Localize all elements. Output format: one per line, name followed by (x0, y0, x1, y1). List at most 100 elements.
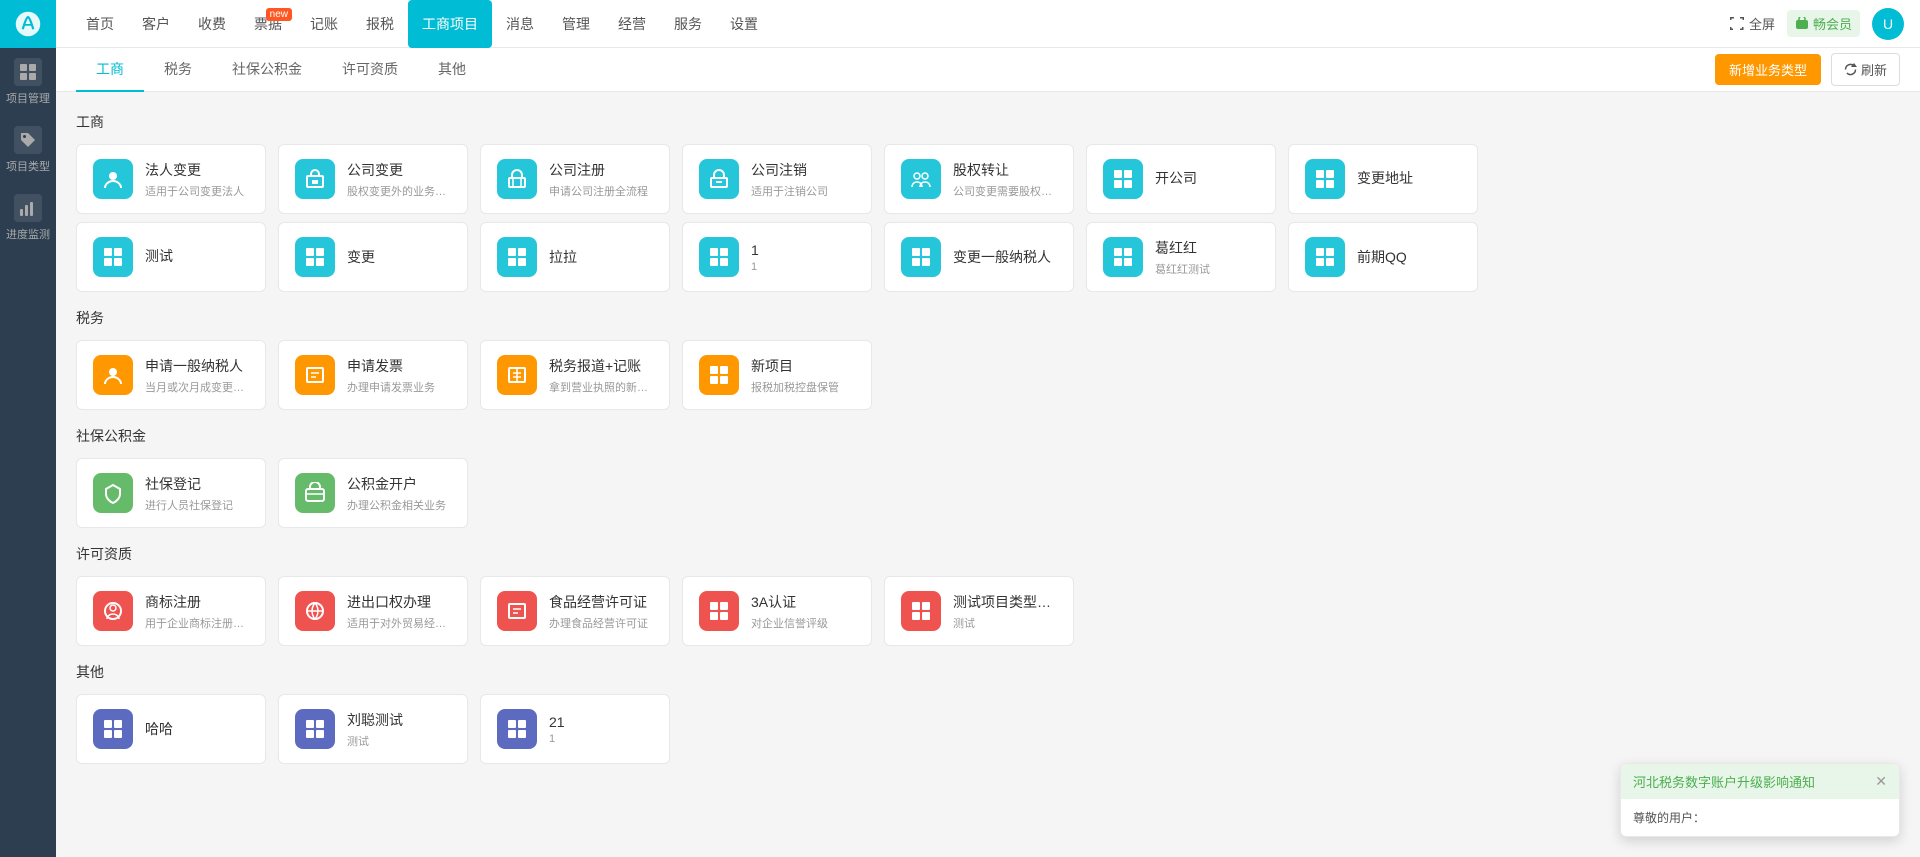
card-title: 税务报道+记账 (549, 356, 653, 376)
card-title: 变更一般纳税人 (953, 247, 1057, 267)
tabs-actions: 新增业务类型 刷新 (1715, 53, 1900, 86)
card-liucong-test[interactable]: 刘聪测试 测试 (278, 694, 468, 764)
member-label: 畅会员 (1813, 14, 1852, 33)
card-social-reg[interactable]: 社保登记 进行人员社保登记 (76, 458, 266, 528)
sidebar-item-label: 进度监测 (6, 226, 50, 242)
new-type-button[interactable]: 新增业务类型 (1715, 54, 1821, 85)
card-gehonghong[interactable]: 葛红红 葛红红测试 (1086, 222, 1276, 292)
card-icon (93, 237, 133, 277)
card-icon (497, 159, 537, 199)
card-desc: 适用于公司变更法人 (145, 183, 249, 199)
fullscreen-label: 全屏 (1749, 14, 1775, 33)
sidebar-item-project-type[interactable]: 项目类型 (0, 116, 56, 184)
card-change-address[interactable]: 变更地址 (1288, 144, 1478, 214)
avatar[interactable]: U (1872, 8, 1904, 40)
sidebar-logo[interactable] (0, 0, 56, 48)
card-info: 21 1 (549, 714, 653, 745)
card-desc: 测试 (953, 615, 1057, 631)
card-title: 拉拉 (549, 247, 653, 267)
sidebar-item-progress[interactable]: 进度监测 (0, 184, 56, 252)
card-info: 前期QQ (1357, 247, 1461, 267)
card-company-change[interactable]: 公司变更 股权变更外的业务变更 (278, 144, 468, 214)
fullscreen-button[interactable]: 全屏 (1729, 14, 1775, 33)
card-apply-invoice[interactable]: 申请发票 办理申请发票业务 (278, 340, 468, 410)
cards-industry-row2: 测试 变更 拉拉 (76, 222, 1900, 292)
grid-icon (14, 58, 42, 86)
card-icon (295, 473, 335, 513)
refresh-button[interactable]: 刷新 (1831, 53, 1900, 86)
card-title: 3A认证 (751, 592, 855, 612)
card-desc: 办理申请发票业务 (347, 379, 451, 395)
card-3a-cert[interactable]: 3A认证 对企业信誉评级 (682, 576, 872, 646)
card-info: 刘聪测试 测试 (347, 710, 451, 749)
card-change[interactable]: 变更 (278, 222, 468, 292)
notif-title: 河北税务数字账户升级影响通知 (1633, 772, 1815, 791)
nav-message[interactable]: 消息 (492, 0, 548, 48)
card-21[interactable]: 21 1 (480, 694, 670, 764)
card-title: 测试 (145, 246, 249, 266)
card-info: 公司变更 股权变更外的业务变更 (347, 160, 451, 199)
card-export[interactable]: 进出口权办理 适用于对外贸易经营者 (278, 576, 468, 646)
card-icon (295, 159, 335, 199)
tag-icon (14, 126, 42, 154)
nav-fee[interactable]: 收费 (184, 0, 240, 48)
card-food-license[interactable]: 食品经营许可证 办理食品经营许可证 (480, 576, 670, 646)
card-icon (93, 591, 133, 631)
tab-social[interactable]: 社保公积金 (212, 48, 322, 92)
nav-tax[interactable]: 报税 (352, 0, 408, 48)
card-title: 前期QQ (1357, 247, 1461, 267)
card-icon (699, 591, 739, 631)
card-new-project[interactable]: 新项目 报税加税控盘保管 (682, 340, 872, 410)
new-badge: new (266, 8, 292, 21)
card-desc: 当月或次月成变更完成 (145, 379, 249, 395)
card-equity-transfer[interactable]: 股权转让 公司变更需要股权转让 (884, 144, 1074, 214)
nav-client[interactable]: 客户 (128, 0, 184, 48)
card-tax-booking[interactable]: 税务报道+记账 拿到营业执照的新公司 (480, 340, 670, 410)
card-lala[interactable]: 拉拉 (480, 222, 670, 292)
tab-industry[interactable]: 工商 (76, 48, 144, 92)
notification-close-button[interactable]: ✕ (1875, 773, 1887, 790)
section-title-social: 社保公积金 (76, 426, 1900, 446)
card-info: 测试项目类型目定义 测试 (953, 592, 1057, 631)
card-desc: 1 (751, 261, 855, 273)
tab-tax[interactable]: 税务 (144, 48, 212, 92)
sidebar-item-project-management[interactable]: 项目管理 (0, 48, 56, 116)
nav-home[interactable]: 首页 (72, 0, 128, 48)
card-change-taxpayer[interactable]: 变更一般纳税人 (884, 222, 1074, 292)
card-open-company[interactable]: 开公司 (1086, 144, 1276, 214)
card-icon (1305, 237, 1345, 277)
card-title: 刘聪测试 (347, 710, 451, 730)
card-company-reg[interactable]: 公司注册 申请公司注册全流程 (480, 144, 670, 214)
card-icon (295, 709, 335, 749)
card-info: 申请发票 办理申请发票业务 (347, 356, 451, 395)
card-early-qq[interactable]: 前期QQ (1288, 222, 1478, 292)
card-trademark[interactable]: 商标注册 用于企业商标注册服务 (76, 576, 266, 646)
tab-other[interactable]: 其他 (418, 48, 486, 92)
nav-service[interactable]: 服务 (660, 0, 716, 48)
card-haha[interactable]: 哈哈 (76, 694, 266, 764)
card-desc: 办理公积金相关业务 (347, 497, 451, 513)
nav-business[interactable]: 经营 (604, 0, 660, 48)
card-info: 公积金开户 办理公积金相关业务 (347, 474, 451, 513)
card-1[interactable]: 1 1 (682, 222, 872, 292)
nav-admin[interactable]: 管理 (548, 0, 604, 48)
nav-settings[interactable]: 设置 (716, 0, 772, 48)
tab-license[interactable]: 许可资质 (322, 48, 418, 92)
member-button[interactable]: 畅会员 (1787, 10, 1860, 37)
nav-industry[interactable]: 工商项目 (408, 0, 492, 48)
card-info: 测试 (145, 246, 249, 269)
card-test-type[interactable]: 测试项目类型目定义 测试 (884, 576, 1074, 646)
card-info: 新项目 报税加税控盘保管 (751, 356, 855, 395)
nav-right-area: 全屏 畅会员 U (1729, 8, 1904, 40)
card-info: 葛红红 葛红红测试 (1155, 238, 1259, 277)
section-title-license: 许可资质 (76, 544, 1900, 564)
card-test[interactable]: 测试 (76, 222, 266, 292)
nav-bookkeeping[interactable]: 记账 (296, 0, 352, 48)
card-title: 开公司 (1155, 168, 1259, 188)
card-desc: 股权变更外的业务变更 (347, 183, 451, 199)
nav-ticket[interactable]: 票据 new (240, 0, 296, 48)
card-fund-account[interactable]: 公积金开户 办理公积金相关业务 (278, 458, 468, 528)
card-apply-taxpayer[interactable]: 申请一般纳税人 当月或次月成变更完成 (76, 340, 266, 410)
card-legal-change[interactable]: 法人变更 适用于公司变更法人 (76, 144, 266, 214)
card-company-cancel[interactable]: 公司注销 适用于注销公司 (682, 144, 872, 214)
